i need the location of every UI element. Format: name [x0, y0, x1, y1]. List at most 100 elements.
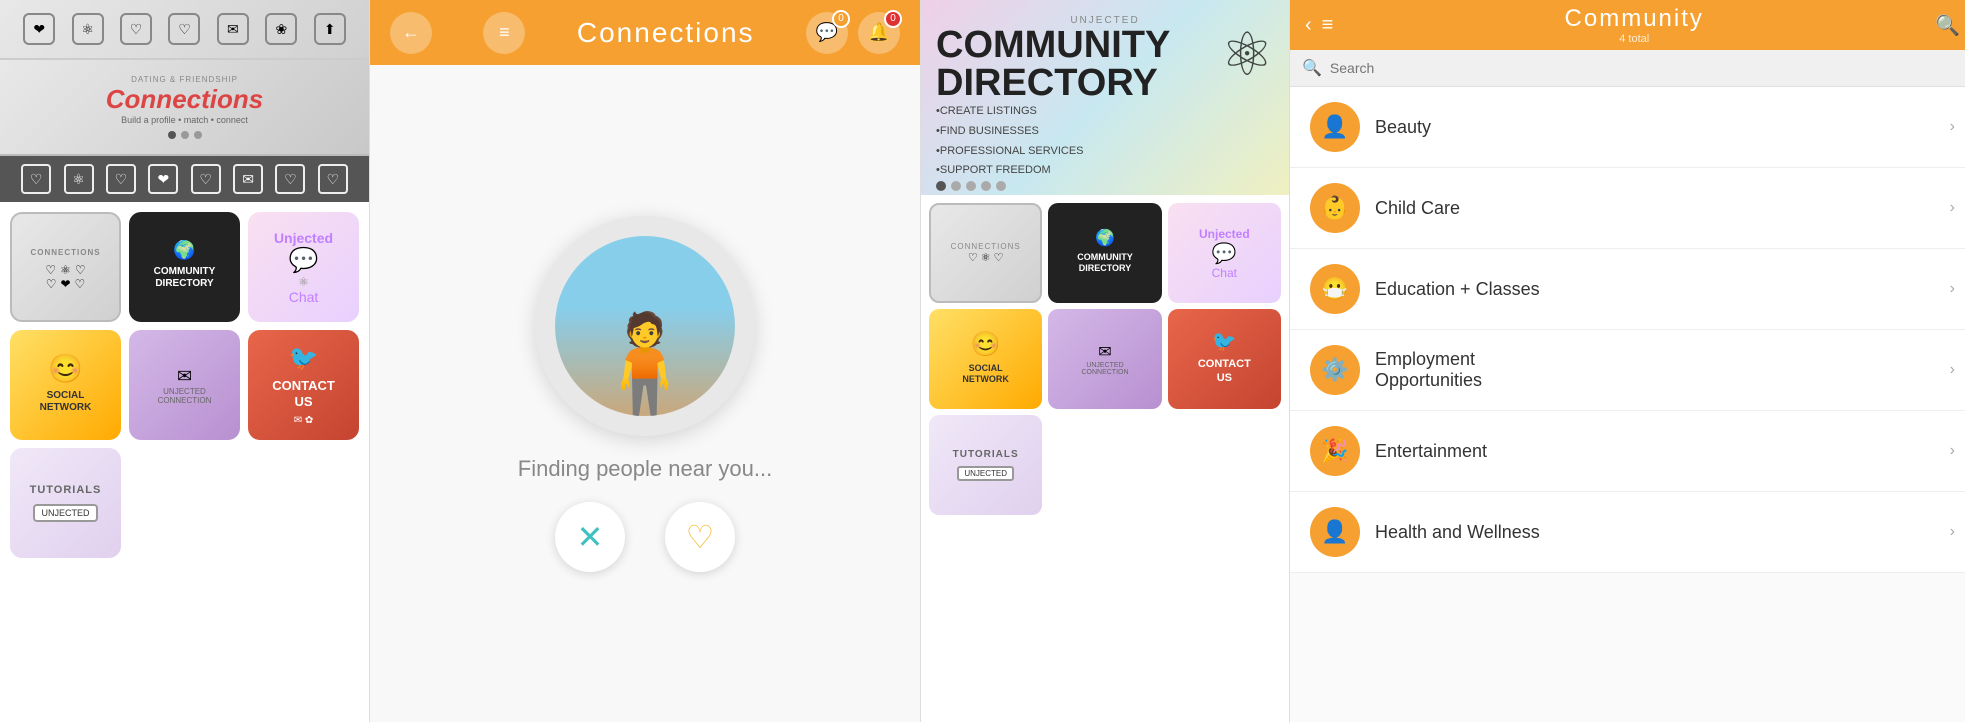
dir-dot-5	[996, 181, 1006, 191]
employment-arrow: ›	[1950, 361, 1955, 379]
menu-items: 👤 Beauty › 👶 Child Care › 😷 Education + …	[1290, 87, 1965, 722]
header-right-buttons: 💬 0 🔔 0	[806, 12, 900, 54]
beauty-arrow: ›	[1950, 118, 1955, 136]
bell-button[interactable]: 🔔 0	[858, 12, 900, 54]
left-header-icons: ❤ ⚛ ♡ ♡ ✉ ❀ ⬆	[15, 13, 354, 45]
education-label: Education + Classes	[1375, 279, 1935, 300]
tile-contact[interactable]: 🐦 CONTACTUS ✉ ✿	[248, 330, 359, 440]
share-icon: ⬆	[314, 13, 346, 45]
person-figure: 🧍	[583, 316, 708, 416]
back-icon: ←	[402, 22, 420, 43]
menu-item-entertainment[interactable]: 🎉 Entertainment ›	[1290, 411, 1965, 492]
bullet-2: •FIND BUSINESSES	[936, 122, 1274, 142]
far-right-panel: ‹ ≡ Community 4 total 🔍 🔍 👤 Beauty › 👶 C…	[1290, 0, 1965, 722]
middle-header: ← ≡ Connections 💬 0 🔔 0	[370, 0, 920, 65]
fr-back-button[interactable]: ‹	[1305, 14, 1312, 37]
bell-badge: 0	[884, 10, 902, 28]
dir-tile-unjected-conn[interactable]: ✉ UNJECTEDCONNECTION	[1048, 309, 1161, 409]
dir-app-grid: CONNECTIONS ♡⚛♡ 🌍 COMMUNITYDIRECTORY Unj…	[921, 195, 1289, 523]
atom-icon: ⚛	[1220, 20, 1274, 90]
like-button[interactable]: ♡	[665, 502, 735, 572]
beauty-icon: 👤	[1310, 102, 1360, 152]
dir-bullets: •CREATE LISTINGS •FIND BUSINESSES •PROFE…	[936, 102, 1274, 181]
beauty-label: Beauty	[1375, 117, 1935, 138]
bullet-3: •PROFESSIONAL SERVICES	[936, 142, 1274, 162]
menu-item-employment[interactable]: ⚙️ EmploymentOpportunities ›	[1290, 330, 1965, 411]
strip-heart5-icon: ♡	[275, 164, 305, 194]
tile-tutorials[interactable]: TUTORIALS UNJECTED	[10, 448, 121, 558]
education-arrow: ›	[1950, 280, 1955, 298]
heart3-icon: ♡	[168, 13, 200, 45]
fr-menu-icon: ≡	[1322, 14, 1334, 36]
search-bar: 🔍	[1290, 50, 1965, 87]
child-care-icon: 👶	[1310, 183, 1360, 233]
dir-tile-chat[interactable]: Unjected 💬 Chat	[1168, 203, 1281, 303]
flower-icon: ❀	[265, 13, 297, 45]
fr-header-title: Community	[1565, 5, 1704, 33]
employment-label: EmploymentOpportunities	[1375, 349, 1935, 391]
banner-tagline: Build a profile • match • connect	[15, 115, 354, 125]
envelope-icon: ✉	[217, 13, 249, 45]
dir-tile-social[interactable]: 😊 SOCIALNETWORK	[929, 309, 1042, 409]
middle-panel: ← ≡ Connections 💬 0 🔔 0 🧍 Finding people…	[370, 0, 920, 722]
education-icon: 😷	[1310, 264, 1360, 314]
fr-menu-button[interactable]: ≡	[1322, 14, 1334, 37]
dir-tile-contact[interactable]: 🐦 CONTACTUS	[1168, 309, 1281, 409]
middle-title: Connections	[577, 17, 755, 49]
fr-search-icon: 🔍	[1935, 15, 1960, 37]
heart2-icon: ♡	[120, 13, 152, 45]
dir-dot-3	[966, 181, 976, 191]
health-label: Health and Wellness	[1375, 522, 1935, 543]
back-button[interactable]: ←	[390, 12, 432, 54]
dot-1	[168, 131, 176, 139]
profile-circle: 🧍	[535, 216, 755, 436]
tile-chat[interactable]: Unjected 💬 ⚛ Chat	[248, 212, 359, 322]
banner-dots	[15, 131, 354, 139]
bullet-4: •SUPPORT FREEDOM	[936, 161, 1274, 181]
reject-button[interactable]: ✕	[555, 502, 625, 572]
dir-dots	[936, 181, 1274, 191]
strip-heart6-icon: ♡	[318, 164, 348, 194]
strip-heart2-icon: ♡	[106, 164, 136, 194]
fr-header-sub: 4 total	[1619, 33, 1649, 45]
fr-back-icon: ‹	[1305, 14, 1312, 36]
employment-icon: ⚙️	[1310, 345, 1360, 395]
entertainment-label: Entertainment	[1375, 441, 1935, 462]
tile-unjected-conn[interactable]: ✉ UNJECTEDCONNECTION	[129, 330, 240, 440]
dot-2	[181, 131, 189, 139]
right-mid-panel: UNJECTED COMMUNITYDIRECTORY •CREATE LIST…	[920, 0, 1290, 722]
banner-title: Connections	[15, 84, 354, 115]
dot-3	[194, 131, 202, 139]
fr-search-button[interactable]: 🔍	[1935, 13, 1960, 38]
child-care-label: Child Care	[1375, 198, 1935, 219]
menu-item-child-care[interactable]: 👶 Child Care ›	[1290, 168, 1965, 249]
tile-connections[interactable]: CONNECTIONS ♡⚛♡ ♡❤♡	[10, 212, 121, 322]
connections-banner: DATING & FRIENDSHIP Connections Build a …	[0, 60, 369, 156]
menu-item-education[interactable]: 😷 Education + Classes ›	[1290, 249, 1965, 330]
dir-tile-connections[interactable]: CONNECTIONS ♡⚛♡	[929, 203, 1042, 303]
entertainment-arrow: ›	[1950, 442, 1955, 460]
icons-strip: ♡ ⚛ ♡ ❤ ♡ ✉ ♡ ♡	[0, 156, 369, 202]
dir-dot-4	[981, 181, 991, 191]
atom-icon: ⚛	[72, 13, 104, 45]
dir-tile-community-dir[interactable]: 🌍 COMMUNITYDIRECTORY	[1048, 203, 1161, 303]
finding-text: Finding people near you...	[518, 456, 772, 482]
chat-button[interactable]: 💬 0	[806, 12, 848, 54]
search-input[interactable]	[1330, 60, 1963, 76]
menu-item-health[interactable]: 👤 Health and Wellness ›	[1290, 492, 1965, 573]
profile-photo: 🧍	[555, 236, 735, 416]
menu-button[interactable]: ≡	[483, 12, 525, 54]
strip-heart3-icon: ❤	[148, 164, 178, 194]
matching-area: 🧍 Finding people near you... ✕ ♡	[370, 65, 920, 722]
tile-social[interactable]: 😊 SOCIALNETWORK	[10, 330, 121, 440]
left-app-grid: CONNECTIONS ♡⚛♡ ♡❤♡ 🌍 COMMUNITYDIRECTORY…	[0, 202, 369, 568]
bullet-1: •CREATE LISTINGS	[936, 102, 1274, 122]
chat-badge: 0	[832, 10, 850, 28]
menu-item-beauty[interactable]: 👤 Beauty ›	[1290, 87, 1965, 168]
dir-tile-tutorials[interactable]: TUTORIALS UNJECTED	[929, 415, 1042, 515]
left-panel: ❤ ⚛ ♡ ♡ ✉ ❀ ⬆ DATING & FRIENDSHIP Connec…	[0, 0, 370, 722]
health-icon: 👤	[1310, 507, 1360, 557]
child-care-arrow: ›	[1950, 199, 1955, 217]
tile-community-dir[interactable]: 🌍 COMMUNITYDIRECTORY	[129, 212, 240, 322]
menu-icon: ≡	[499, 22, 510, 43]
